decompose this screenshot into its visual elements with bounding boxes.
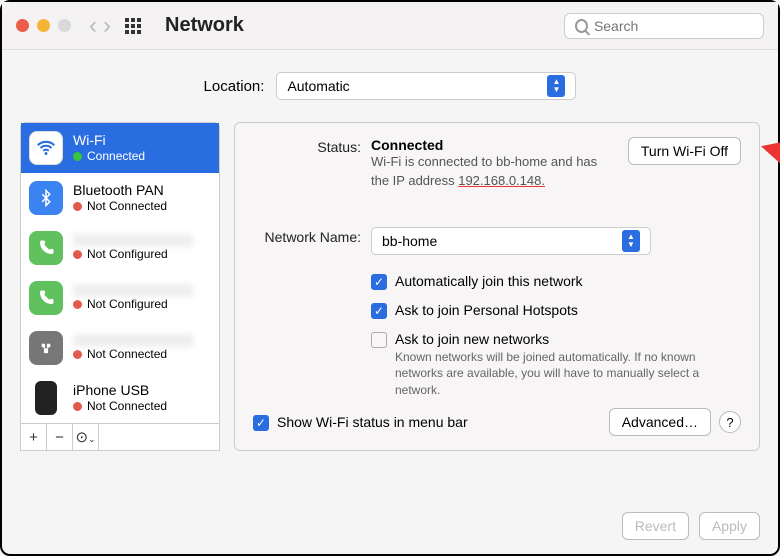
network-name-value: bb-home xyxy=(382,233,437,249)
wifi-icon xyxy=(29,131,63,165)
chevron-updown-icon: ▲▼ xyxy=(622,230,640,252)
sidebar-item-label: Bluetooth PAN xyxy=(73,182,167,200)
checkbox-icon: ✓ xyxy=(371,274,387,290)
sidebar-item-wifi[interactable]: Wi-Fi Connected xyxy=(21,123,219,173)
status-dot-icon xyxy=(73,350,82,359)
help-button[interactable]: ? xyxy=(719,411,741,433)
ethernet-icon xyxy=(29,331,63,365)
checkbox-label: Automatically join this network xyxy=(395,273,583,289)
revert-button[interactable]: Revert xyxy=(622,512,689,540)
sidebar-item-label-blurred xyxy=(73,284,193,297)
status-dot-icon xyxy=(73,202,82,211)
status-dot-icon xyxy=(73,300,82,309)
location-value: Automatic xyxy=(287,78,349,94)
add-interface-button[interactable]: + xyxy=(21,424,47,450)
sidebar-item-status: Not Connected xyxy=(87,347,167,362)
sidebar-item-status: Not Configured xyxy=(87,297,168,312)
sidebar-item-label: iPhone USB xyxy=(73,382,167,400)
all-prefs-icon[interactable] xyxy=(125,18,141,34)
status-dot-icon xyxy=(73,402,82,411)
location-label: Location: xyxy=(204,78,265,95)
sidebar-item-label-blurred xyxy=(73,334,193,347)
sidebar-item-bluetooth[interactable]: Bluetooth PAN Not Connected xyxy=(21,173,219,223)
search-input[interactable] xyxy=(594,18,753,34)
sidebar-item-obscured-3[interactable]: Not Connected xyxy=(21,323,219,373)
sidebar-item-label: Wi-Fi xyxy=(73,132,145,150)
sidebar-item-iphone-usb[interactable]: iPhone USB Not Connected xyxy=(21,373,219,423)
sidebar-item-status: Not Connected xyxy=(87,199,167,214)
checkbox-icon: ✓ xyxy=(253,415,269,431)
sidebar-item-obscured-2[interactable]: Not Configured xyxy=(21,273,219,323)
advanced-button[interactable]: Advanced… xyxy=(609,408,711,436)
network-name-label: Network Name: xyxy=(253,227,371,411)
iphone-icon xyxy=(35,381,57,415)
location-select[interactable]: Automatic ▲▼ xyxy=(276,72,576,100)
network-name-select[interactable]: bb-home ▲▼ xyxy=(371,227,651,255)
phone-icon xyxy=(29,231,63,265)
details-panel: Status: Connected Wi-Fi is connected to … xyxy=(234,122,760,451)
search-field[interactable] xyxy=(564,13,764,39)
maximize-icon xyxy=(58,19,71,32)
location-row: Location: Automatic ▲▼ xyxy=(2,50,778,122)
sidebar-item-label-blurred xyxy=(73,234,193,247)
sidebar-item-obscured-1[interactable]: Not Configured xyxy=(21,223,219,273)
window-controls xyxy=(16,19,71,32)
search-icon xyxy=(575,19,588,33)
minimize-icon[interactable] xyxy=(37,19,50,32)
interfaces-sidebar: Wi-Fi Connected Bluetooth PAN Not Connec… xyxy=(20,122,220,451)
apply-button[interactable]: Apply xyxy=(699,512,760,540)
sidebar-item-status: Connected xyxy=(87,149,145,164)
phone-icon xyxy=(29,281,63,315)
sidebar-item-status: Not Configured xyxy=(87,247,168,262)
checkbox-label: Show Wi-Fi status in menu bar xyxy=(277,414,468,430)
auto-join-checkbox[interactable]: ✓ Automatically join this network xyxy=(371,273,741,290)
checkbox-description: Known networks will be joined automatica… xyxy=(395,349,741,399)
back-button[interactable]: ‹ xyxy=(89,12,97,40)
menubar-status-checkbox[interactable]: ✓ Show Wi-Fi status in menu bar xyxy=(253,414,468,431)
close-icon[interactable] xyxy=(16,19,29,32)
ask-hotspot-checkbox[interactable]: ✓ Ask to join Personal Hotspots xyxy=(371,302,741,319)
status-value: Connected xyxy=(371,137,610,153)
status-dot-icon xyxy=(73,250,82,259)
nav-arrows: ‹ › xyxy=(89,12,111,40)
remove-interface-button[interactable]: − xyxy=(47,424,73,450)
titlebar: ‹ › Network xyxy=(2,2,778,50)
ask-join-checkbox[interactable]: Ask to join new networks Known networks … xyxy=(371,331,741,399)
toggle-wifi-button[interactable]: Turn Wi-Fi Off xyxy=(628,137,741,165)
sidebar-item-status: Not Connected xyxy=(87,399,167,414)
status-description: Wi-Fi is connected to bb-home and has th… xyxy=(371,153,610,191)
checkbox-label: Ask to join new networks xyxy=(395,331,741,347)
checkbox-icon: ✓ xyxy=(371,303,387,319)
window-title: Network xyxy=(165,14,244,37)
chevron-updown-icon: ▲▼ xyxy=(547,75,565,97)
status-dot-icon xyxy=(73,152,82,161)
status-label: Status: xyxy=(253,137,371,191)
more-options-button[interactable]: ⊙⌄ xyxy=(73,424,99,450)
checkbox-label: Ask to join Personal Hotspots xyxy=(395,302,578,318)
checkbox-icon xyxy=(371,332,387,348)
ip-address: 192.168.0.148. xyxy=(458,173,545,188)
forward-button: › xyxy=(103,12,111,40)
bluetooth-icon xyxy=(29,181,63,215)
